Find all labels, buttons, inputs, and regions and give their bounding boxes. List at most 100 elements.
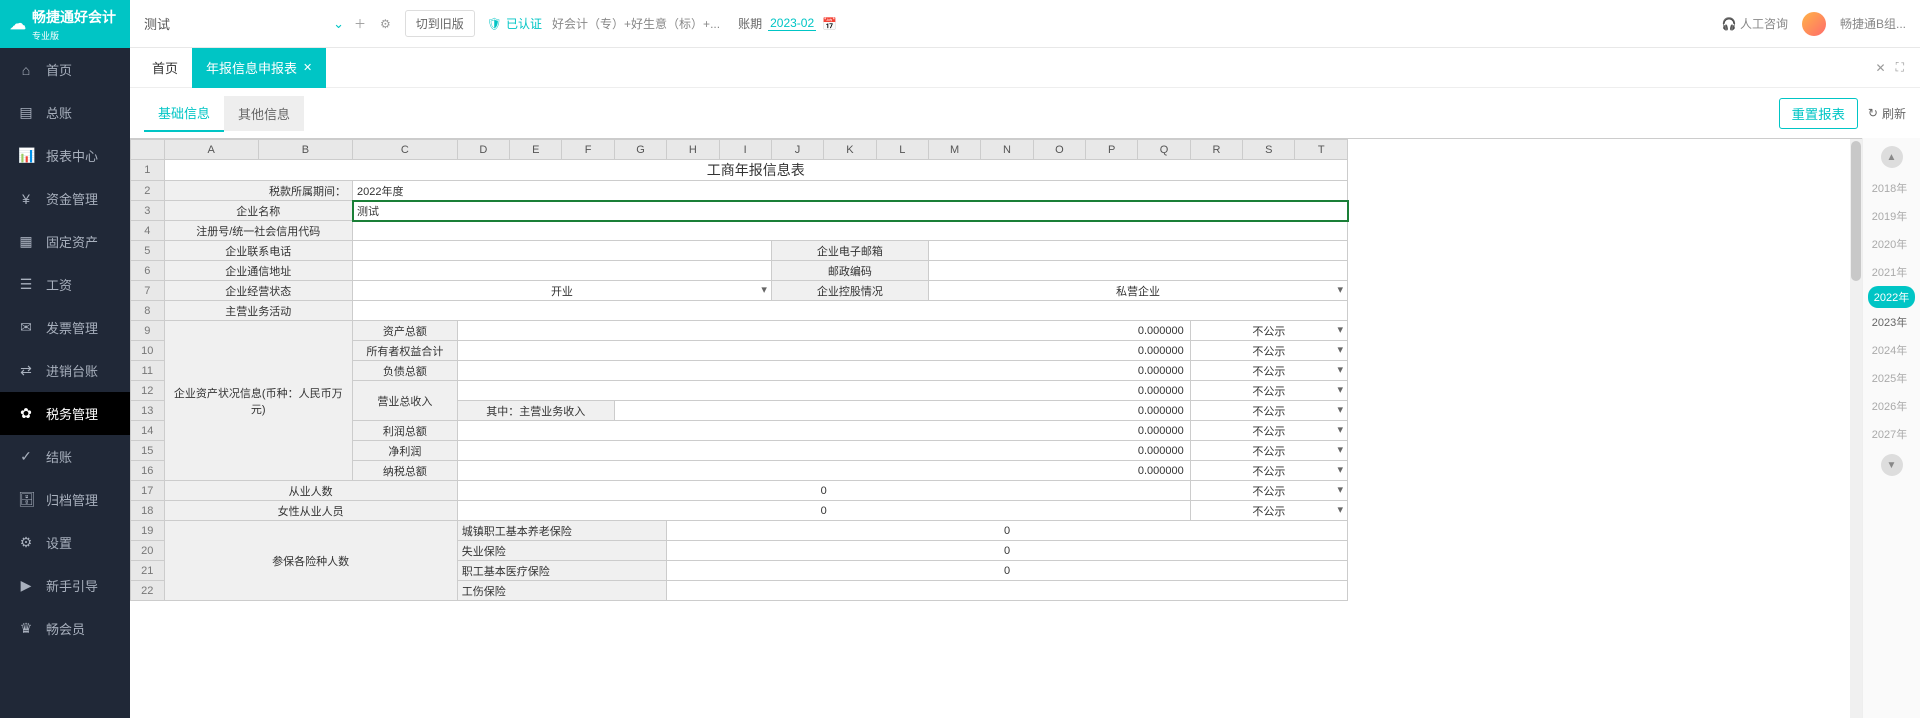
year-item[interactable]: 2022年 [1868, 286, 1915, 308]
year-item[interactable]: 2023年 [1868, 308, 1915, 336]
gear-icon[interactable]: ⚙ [380, 17, 391, 31]
nav-icon: ☰ [18, 276, 34, 293]
column-header[interactable]: P [1086, 140, 1138, 160]
sidebar-item[interactable]: ▶新手引导 [0, 564, 130, 607]
close-icon[interactable]: ✕ [303, 61, 312, 74]
switch-old-button[interactable]: 切到旧版 [405, 10, 475, 37]
column-header[interactable]: M [928, 140, 980, 160]
column-header[interactable]: H [667, 140, 719, 160]
nav-icon: ▶ [18, 577, 34, 594]
column-header[interactable]: D [457, 140, 509, 160]
certified-badge: 🛡 已认证 [487, 15, 542, 32]
scrollbar[interactable] [1850, 139, 1862, 718]
year-item[interactable]: 2027年 [1868, 420, 1915, 448]
sidebar-item[interactable]: ☰工资 [0, 263, 130, 306]
period-value: 2023-02 [768, 16, 816, 31]
column-header[interactable] [131, 140, 165, 160]
nav-icon: ⚙ [18, 534, 34, 551]
sidebar-item[interactable]: ▦固定资产 [0, 220, 130, 263]
year-item[interactable]: 2018年 [1868, 174, 1915, 202]
sidebar-item[interactable]: 🗄归档管理 [0, 478, 130, 521]
column-header[interactable]: A [164, 140, 258, 160]
nav-icon: 📊 [18, 147, 34, 164]
company-name-cell[interactable]: 测试 [353, 201, 1348, 221]
column-header[interactable]: Q [1138, 140, 1190, 160]
year-item[interactable]: 2019年 [1868, 202, 1915, 230]
nav-icon: ¥ [18, 191, 34, 207]
year-down-icon[interactable]: ▼ [1881, 454, 1903, 476]
sidebar-item[interactable]: ▤总账 [0, 91, 130, 134]
subtab-basic[interactable]: 基础信息 [144, 95, 224, 132]
column-header[interactable]: N [981, 140, 1033, 160]
nav-icon: ▤ [18, 104, 34, 121]
column-header[interactable]: F [562, 140, 614, 160]
product-info: 好会计（专）+好生意（标）+... [552, 15, 720, 32]
sidebar-item[interactable]: ♛畅会员 [0, 607, 130, 650]
brand-edition: 专业版 [32, 29, 116, 42]
column-header[interactable]: B [258, 140, 352, 160]
chevron-down-icon: ⌄ [333, 16, 344, 32]
subtab-other[interactable]: 其他信息 [224, 96, 304, 131]
year-item[interactable]: 2026年 [1868, 392, 1915, 420]
column-header[interactable]: K [824, 140, 876, 160]
sidebar-item[interactable]: ¥资金管理 [0, 177, 130, 220]
brand-name: 畅捷通好会计 [32, 7, 116, 27]
year-item[interactable]: 2021年 [1868, 258, 1915, 286]
nav-icon: ✓ [18, 448, 34, 465]
column-header[interactable]: I [719, 140, 771, 160]
year-item[interactable]: 2020年 [1868, 230, 1915, 258]
expand-icon[interactable]: ⛶ [1896, 60, 1904, 75]
nav-icon: ⌂ [18, 62, 34, 78]
support-link[interactable]: 🎧 人工咨询 [1722, 15, 1788, 32]
spreadsheet[interactable]: ABCDEFGHIJKLMNOPQRST 1工商年报信息表 2税款所属期间：20… [130, 138, 1862, 718]
sidebar-item[interactable]: 📊报表中心 [0, 134, 130, 177]
topbar: 测试 ⌄ ＋ ⚙ 切到旧版 🛡 已认证 好会计（专）+好生意（标）+... 账期… [130, 0, 1920, 48]
company-name: 测试 [144, 14, 170, 33]
refresh-button[interactable]: ↻ 刷新 [1868, 105, 1906, 122]
sidebar-item[interactable]: ⇄进销台账 [0, 349, 130, 392]
column-header[interactable]: O [1033, 140, 1085, 160]
sidebar-item[interactable]: ✿税务管理 [0, 392, 130, 435]
company-selector[interactable]: 测试 ⌄ [144, 14, 344, 33]
content-toolbar: 基础信息 其他信息 重置报表 ↻ 刷新 [130, 88, 1920, 138]
period-selector[interactable]: 账期 2023-02 📅 [738, 15, 837, 32]
nav-icon: ⇄ [18, 362, 34, 379]
column-header[interactable]: T [1295, 140, 1348, 160]
sheet-title: 工商年报信息表 [164, 160, 1348, 181]
nav-icon: ♛ [18, 620, 34, 637]
reset-button[interactable]: 重置报表 [1779, 98, 1858, 129]
column-header[interactable]: E [510, 140, 562, 160]
tabs-bar: 首页 年报信息申报表 ✕ ✕ ⛶ [130, 48, 1920, 88]
chevron-down-icon: ▾ [1337, 283, 1343, 296]
column-header[interactable]: C [353, 140, 458, 160]
nav-icon: 🗄 [18, 491, 34, 508]
nav-icon: ✿ [18, 405, 34, 422]
sidebar-item[interactable]: ⚙设置 [0, 521, 130, 564]
period-label: 账期 [738, 15, 762, 32]
nav-icon: ✉ [18, 319, 34, 336]
avatar[interactable] [1802, 12, 1826, 36]
sidebar-item[interactable]: ✉发票管理 [0, 306, 130, 349]
shield-icon: 🛡 [487, 17, 502, 31]
year-panel: ▲ 2018年2019年2020年2021年2022年2023年2024年202… [1862, 138, 1920, 718]
year-up-icon[interactable]: ▲ [1881, 146, 1903, 168]
cloud-icon: ☁ [10, 14, 26, 34]
column-header[interactable]: L [876, 140, 928, 160]
column-header[interactable]: S [1243, 140, 1295, 160]
column-header[interactable]: G [614, 140, 666, 160]
tab-annual-report[interactable]: 年报信息申报表 ✕ [192, 48, 326, 88]
user-name[interactable]: 畅捷通B组... [1840, 15, 1906, 32]
column-header[interactable]: J [771, 140, 823, 160]
sidebar-item[interactable]: ✓结账 [0, 435, 130, 478]
add-icon[interactable]: ＋ [354, 15, 366, 32]
column-header[interactable]: R [1190, 140, 1242, 160]
calendar-icon: 📅 [822, 17, 837, 31]
year-item[interactable]: 2025年 [1868, 364, 1915, 392]
brand-logo: ☁ 畅捷通好会计 专业版 [0, 0, 130, 48]
sidebar-item[interactable]: ⌂首页 [0, 48, 130, 91]
chevron-down-icon: ▾ [761, 283, 767, 296]
close-all-icon[interactable]: ✕ [1876, 61, 1886, 75]
tab-home[interactable]: 首页 [138, 48, 192, 88]
year-item[interactable]: 2024年 [1868, 336, 1915, 364]
sidebar: ☁ 畅捷通好会计 专业版 ⌂首页▤总账📊报表中心¥资金管理▦固定资产☰工资✉发票… [0, 0, 130, 718]
